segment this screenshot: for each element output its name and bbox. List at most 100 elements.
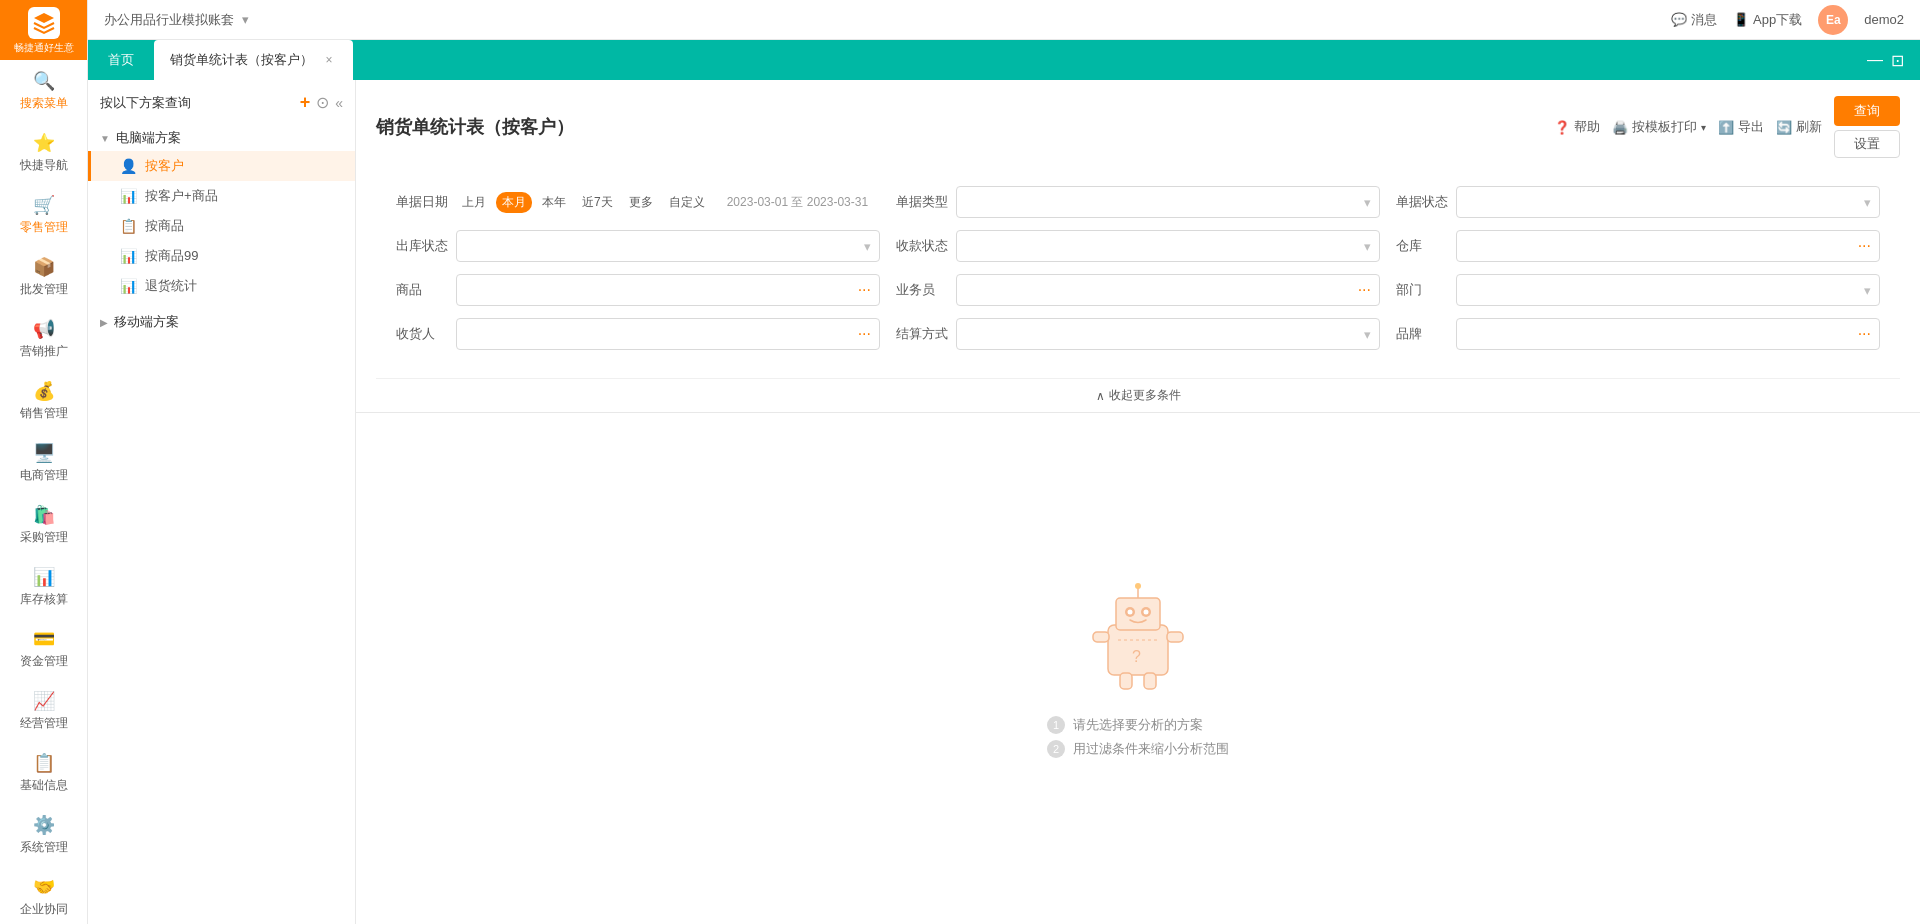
- scheme-item-goods[interactable]: 📋 按商品: [88, 211, 355, 241]
- svg-text:?: ?: [1132, 648, 1141, 665]
- sidebar-item-system[interactable]: ⚙️ 系统管理: [0, 804, 87, 866]
- purchase-icon: 🛍️: [33, 504, 55, 526]
- filter-row-3: 商品 ··· 业务员 ···: [396, 274, 1880, 306]
- scheme-group-mobile: ▶ 移动端方案: [88, 305, 355, 339]
- scheme-item-return[interactable]: 📊 退货统计: [88, 271, 355, 301]
- collapse-row[interactable]: ∧ 收起更多条件: [376, 378, 1900, 412]
- scheme-item-customer-goods[interactable]: 📊 按客户+商品: [88, 181, 355, 211]
- scheme-group-mobile-title[interactable]: ▶ 移动端方案: [88, 309, 355, 335]
- tab-active-label: 销货单统计表（按客户）: [170, 51, 313, 69]
- chevron-down-icon: ▼: [100, 133, 110, 144]
- scheme-settings-button[interactable]: ⊙: [316, 93, 329, 112]
- avatar[interactable]: Ea: [1818, 5, 1848, 35]
- help-button[interactable]: ❓ 帮助: [1554, 118, 1600, 136]
- ecommerce-icon: 🖥️: [33, 442, 55, 464]
- settlement-label: 结算方式: [896, 325, 948, 343]
- brand-dots-btn[interactable]: ···: [1858, 325, 1871, 343]
- tab-active[interactable]: 销货单统计表（按客户） ×: [154, 40, 353, 80]
- scheme-group-label: 电脑端方案: [116, 129, 181, 147]
- collapse-panel-button[interactable]: «: [335, 95, 343, 111]
- sidebar-item-purchase[interactable]: 🛍️ 采购管理: [0, 494, 87, 556]
- print-button[interactable]: 🖨️ 按模板打印 ▾: [1612, 118, 1706, 136]
- department-input[interactable]: ▾: [1456, 274, 1880, 306]
- scheme-group-desktop: ▼ 电脑端方案 👤 按客户 📊 按客户+商品 📋 按商品 📊 按商: [88, 121, 355, 305]
- out-status-dropdown-icon: ▾: [864, 239, 871, 254]
- brand-label: 品牌: [1396, 325, 1448, 343]
- finance-icon: 💳: [33, 628, 55, 650]
- shortcut-last-month[interactable]: 上月: [456, 192, 492, 213]
- logo-text: 畅捷通好生意: [14, 42, 74, 54]
- sidebar-item-inventory[interactable]: 📊 库存核算: [0, 556, 87, 618]
- sidebar-item-sales[interactable]: 💰 销售管理: [0, 370, 87, 432]
- warehouse-label: 仓库: [1396, 237, 1448, 255]
- tab-home[interactable]: 首页: [88, 40, 154, 80]
- brand-input[interactable]: ···: [1456, 318, 1880, 350]
- out-status-input[interactable]: ▾: [456, 230, 880, 262]
- goods-field: 商品 ···: [396, 274, 880, 306]
- warehouse-dots-btn[interactable]: ···: [1858, 237, 1871, 255]
- shortcut-more[interactable]: 更多: [623, 192, 659, 213]
- sales-icon: 💰: [33, 380, 55, 402]
- refresh-button[interactable]: 🔄 刷新: [1776, 118, 1822, 136]
- payment-status-input[interactable]: ▾: [956, 230, 1380, 262]
- export-button[interactable]: ⬆️ 导出: [1718, 118, 1764, 136]
- salesman-input[interactable]: ···: [956, 274, 1380, 306]
- tab-close-button[interactable]: ×: [321, 52, 337, 68]
- sidebar-item-marketing[interactable]: 📢 营销推广: [0, 308, 87, 370]
- sidebar-item-operations[interactable]: 📈 经营管理: [0, 680, 87, 742]
- sidebar-item-basic-info[interactable]: 📋 基础信息: [0, 742, 87, 804]
- refresh-icon: 🔄: [1776, 120, 1792, 135]
- consignee-dots-btn[interactable]: ···: [858, 325, 871, 343]
- shortcut-this-year[interactable]: 本年: [536, 192, 572, 213]
- content-area: 按以下方案查询 + ⊙ « ▼ 电脑端方案 👤 按客户 📊: [88, 80, 1920, 924]
- app-download-btn[interactable]: 📱 App下载: [1733, 11, 1802, 29]
- department-field: 部门 ▾: [1396, 274, 1880, 306]
- search-icon: 🔍: [33, 70, 55, 92]
- page-title: 销货单统计表（按客户）: [376, 115, 574, 139]
- shortcut-7days[interactable]: 近7天: [576, 192, 619, 213]
- sidebar-item-retail[interactable]: 🛒 零售管理: [0, 184, 87, 246]
- shortcut-custom[interactable]: 自定义: [663, 192, 711, 213]
- scheme-item-goods99[interactable]: 📊 按商品99: [88, 241, 355, 271]
- shortcut-this-month[interactable]: 本月: [496, 192, 532, 213]
- sidebar-item-quick-nav[interactable]: ⭐ 快捷导航: [0, 122, 87, 184]
- order-type-label: 单据类型: [896, 193, 948, 211]
- system-icon: ⚙️: [33, 814, 55, 836]
- tip-num-2: 2: [1047, 740, 1065, 758]
- collapse-label: 收起更多条件: [1109, 387, 1181, 404]
- sidebar-item-corp[interactable]: 🤝 企业协同: [0, 866, 87, 924]
- sidebar-label-corp: 企业协同: [20, 901, 68, 918]
- setting-button[interactable]: 设置: [1834, 130, 1900, 158]
- query-button[interactable]: 查询: [1834, 96, 1900, 126]
- scheme-item-label-4: 按商品99: [145, 247, 198, 265]
- inventory-icon: 📊: [33, 566, 55, 588]
- order-status-input[interactable]: ▾: [1456, 186, 1880, 218]
- scheme-item-customer[interactable]: 👤 按客户: [88, 151, 355, 181]
- scheme-group-desktop-title[interactable]: ▼ 电脑端方案: [88, 125, 355, 151]
- order-type-input[interactable]: ▾: [956, 186, 1380, 218]
- tip-text-2: 用过滤条件来缩小分析范围: [1073, 740, 1229, 758]
- message-btn[interactable]: 💬 消息: [1671, 11, 1717, 29]
- print-icon: 🖨️: [1612, 120, 1628, 135]
- minimize-icon[interactable]: —: [1867, 51, 1883, 69]
- add-scheme-button[interactable]: +: [300, 92, 311, 113]
- warehouse-input[interactable]: ···: [1456, 230, 1880, 262]
- goods-input[interactable]: ···: [456, 274, 880, 306]
- settlement-input[interactable]: ▾: [956, 318, 1380, 350]
- close-icon: ×: [325, 53, 332, 67]
- sidebar-item-ecommerce[interactable]: 🖥️ 电商管理: [0, 432, 87, 494]
- sidebar-item-wholesale[interactable]: 📦 批发管理: [0, 246, 87, 308]
- restore-icon[interactable]: ⊡: [1891, 51, 1904, 70]
- svg-rect-11: [1120, 673, 1132, 689]
- industry-dropdown[interactable]: ▾: [242, 12, 249, 27]
- sidebar-label-basicinfo: 基础信息: [20, 777, 68, 794]
- sidebar-item-search[interactable]: 🔍 搜索菜单: [0, 60, 87, 122]
- consignee-input[interactable]: ···: [456, 318, 880, 350]
- sidebar-search-label: 搜索菜单: [20, 95, 68, 112]
- logo-icon: [28, 7, 60, 39]
- sidebar-item-finance[interactable]: 💳 资金管理: [0, 618, 87, 680]
- salesman-dots-btn[interactable]: ···: [1358, 281, 1371, 299]
- goods-dots-btn[interactable]: ···: [858, 281, 871, 299]
- collapse-btn: ∧ 收起更多条件: [1096, 387, 1181, 404]
- scheme-item-label-3: 按商品: [145, 217, 184, 235]
